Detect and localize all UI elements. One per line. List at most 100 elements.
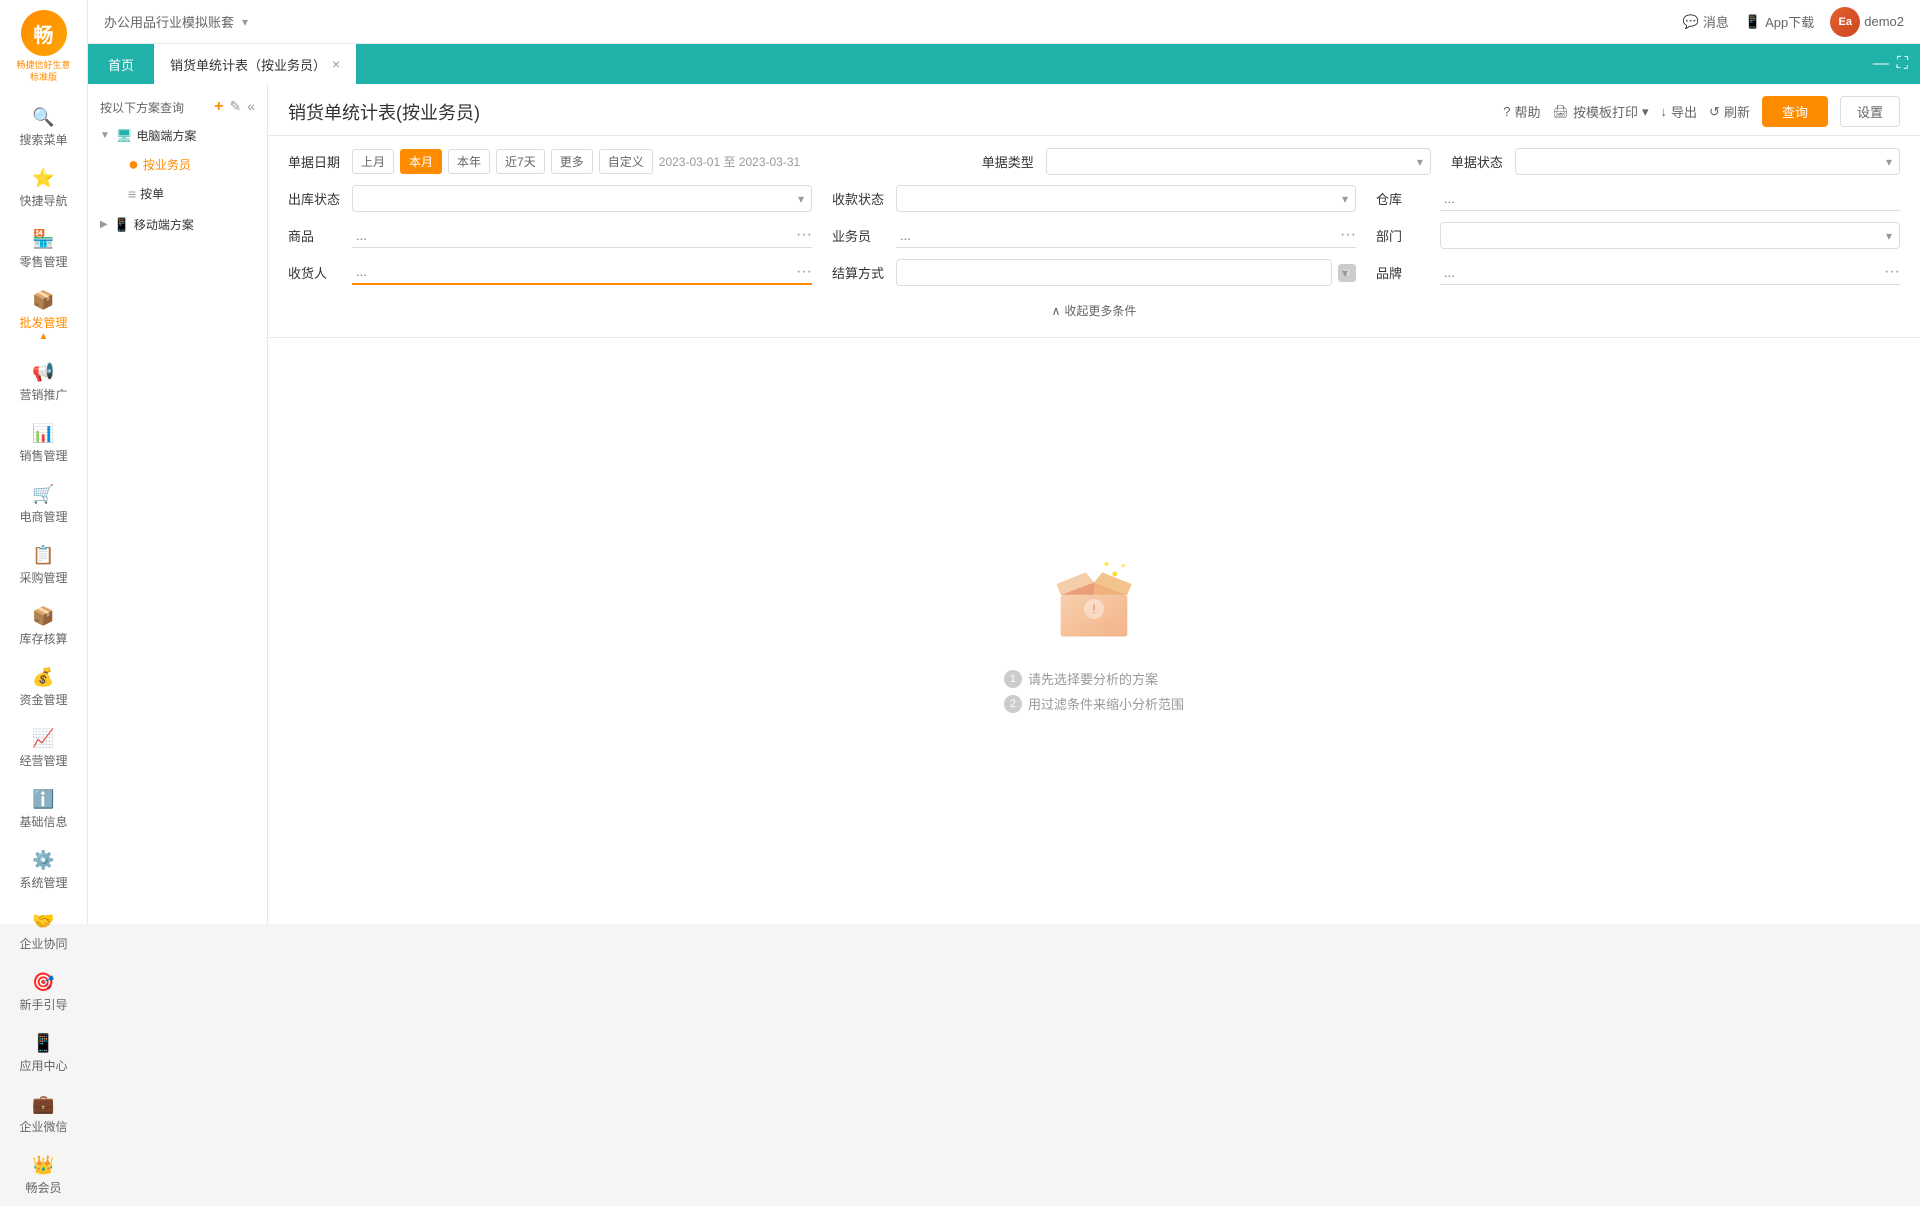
query-btn[interactable]: 查询 — [1762, 96, 1828, 127]
goods-control: ··· — [352, 224, 812, 248]
goods-dots[interactable]: ··· — [796, 226, 812, 244]
sidebar-item-system[interactable]: ⚙️ 系统管理 — [0, 840, 87, 901]
goods-input[interactable] — [352, 224, 796, 247]
tab-active[interactable]: 销货单统计表（按业务员） × — [154, 44, 356, 84]
outstatus-select[interactable] — [352, 185, 812, 212]
message-action[interactable]: 💬 消息 — [1683, 12, 1729, 31]
sidebar-item-purchase[interactable]: 📋 采购管理 — [0, 535, 87, 596]
sidebar-item-wechat[interactable]: 💼 企业微信 — [0, 1084, 87, 1145]
type-select[interactable] — [1046, 148, 1431, 175]
sidebar-item-quicknav[interactable]: ⭐ 快捷导航 — [0, 158, 87, 219]
tree-salesperson-label: 按业务员 — [143, 156, 191, 173]
topbar-left: 办公用品行业模拟账套 ▾ — [104, 12, 248, 31]
sidebar-item-ecommerce[interactable]: 🛒 电商管理 — [0, 474, 87, 535]
user-action[interactable]: Ea demo2 — [1830, 7, 1904, 37]
sidebar-item-basic[interactable]: ℹ️ 基础信息 — [0, 779, 87, 840]
status-select[interactable] — [1515, 148, 1900, 175]
topbar-right: 💬 消息 📱 App下载 Ea demo2 — [1683, 7, 1904, 37]
date-btn-this-month[interactable]: 本月 — [400, 149, 442, 174]
filter-area: 单据日期 上月 本月 本年 近7天 更多 自定义 2023-03-01 至 20… — [268, 136, 1920, 338]
refresh-icon: ↺ — [1709, 104, 1720, 120]
tree-pc-scheme[interactable]: ▼ 🖥 电脑端方案 — [88, 122, 267, 149]
export-icon: ↓ — [1661, 104, 1668, 119]
avatar[interactable]: Ea — [1830, 7, 1860, 37]
tab-active-label: 销货单统计表（按业务员） — [170, 55, 326, 74]
sidebar-item-newbie[interactable]: 🎯 新手引导 — [0, 962, 87, 1023]
dept-select[interactable] — [1440, 222, 1900, 249]
export-btn[interactable]: ↓ 导出 — [1661, 102, 1698, 121]
topbar: 办公用品行业模拟账套 ▾ 💬 消息 📱 App下载 Ea demo2 — [88, 0, 1920, 44]
sidebar-item-search[interactable]: 🔍 搜索菜单 — [0, 97, 87, 158]
sidebar-item-finance[interactable]: 💰 资金管理 — [0, 657, 87, 718]
tab-minimize-btn[interactable]: — — [1873, 55, 1889, 73]
collapse-icon: ∧ — [1052, 304, 1061, 318]
tree-order-item[interactable]: ≡ 按单 — [108, 180, 267, 207]
tab-home-label: 首页 — [108, 55, 134, 74]
page-header: 销货单统计表(按业务员) ? 帮助 🖨 按模板打印 ▾ ↓ 导出 — [268, 84, 1920, 136]
search-icon: 🔍 — [32, 107, 54, 128]
sidebar-item-purchase-label: 采购管理 — [19, 569, 67, 586]
sidebar-item-wholesale[interactable]: 📦 批发管理 ▲ — [0, 280, 87, 352]
app-download-label: App下载 — [1765, 12, 1814, 31]
add-scheme-btn[interactable]: + — [214, 98, 223, 116]
content-area: 按以下方案查询 + ✎ « ▼ 🖥 电脑端方案 ● 按业务员 ≡ — [88, 84, 1920, 924]
sidebar-item-collab[interactable]: 🤝 企业协同 — [0, 901, 87, 962]
outstatus-label: 出库状态 — [288, 189, 344, 208]
collapse-panel-btn[interactable]: « — [247, 98, 255, 116]
refresh-btn[interactable]: ↺ 刷新 — [1709, 102, 1750, 121]
page-actions: ? 帮助 🖨 按模板打印 ▾ ↓ 导出 ↺ 刷新 — [1503, 96, 1900, 127]
page-title: 销货单统计表(按业务员) — [288, 99, 480, 125]
collectstatus-select-wrap — [896, 185, 1356, 212]
sidebar-item-member[interactable]: 👑 畅会员 — [0, 1145, 87, 1206]
wholesale-icon: 📦 — [32, 290, 54, 311]
tree-expand-icon: ▼ — [100, 130, 110, 141]
message-icon: 💬 — [1683, 14, 1699, 30]
settings-btn[interactable]: 设置 — [1840, 96, 1900, 127]
filter-warehouse-item: 仓库 — [1376, 187, 1900, 211]
sidebar-item-marketing[interactable]: 📢 营销推广 — [0, 352, 87, 413]
tree-mobile-label: 移动端方案 — [134, 216, 194, 233]
edit-scheme-btn[interactable]: ✎ — [229, 98, 241, 116]
sidebar-item-inventory[interactable]: 📦 库存核算 — [0, 596, 87, 657]
system-icon: ⚙️ — [32, 850, 54, 871]
tree-mobile-scheme[interactable]: ▶ 📱 移动端方案 — [88, 211, 267, 238]
salesperson-dots[interactable]: ··· — [1340, 226, 1356, 244]
collab-icon: 🤝 — [32, 911, 54, 932]
date-btn-custom[interactable]: 自定义 — [599, 149, 653, 174]
app-logo[interactable]: 畅 畅捷信好生意 标准版 — [0, 0, 87, 93]
date-btn-last-month[interactable]: 上月 — [352, 149, 394, 174]
collapse-btn[interactable]: ∧ 收起更多条件 — [288, 296, 1900, 325]
consignee-dots[interactable]: ··· — [796, 263, 812, 281]
warehouse-input[interactable] — [1440, 187, 1900, 210]
sidebar-item-management[interactable]: 📈 经营管理 — [0, 718, 87, 779]
date-btn-this-year[interactable]: 本年 — [448, 149, 490, 174]
sidebar-item-appcenter[interactable]: 📱 应用中心 — [0, 1023, 87, 1084]
salesperson-input[interactable] — [896, 224, 1340, 247]
brand-dots[interactable]: ··· — [1884, 263, 1900, 281]
tab-home[interactable]: 首页 — [88, 44, 154, 84]
help-btn[interactable]: ? 帮助 — [1503, 102, 1540, 121]
date-btn-7days[interactable]: 近7天 — [496, 149, 545, 174]
list-icon: ≡ — [128, 186, 136, 202]
tip-item-1: 1 请先选择要分析的方案 — [1004, 669, 1184, 688]
date-btn-more[interactable]: 更多 — [551, 149, 593, 174]
sidebar-item-sales[interactable]: 📊 销售管理 — [0, 413, 87, 474]
payment-select[interactable] — [896, 259, 1332, 286]
sidebar-item-wechat-label: 企业微信 — [19, 1118, 67, 1135]
tab-maximize-btn[interactable]: ⛶ — [1897, 55, 1908, 73]
tab-close-icon[interactable]: × — [332, 56, 340, 72]
app-download-action[interactable]: 📱 App下载 — [1745, 12, 1814, 31]
brand-input[interactable] — [1440, 261, 1884, 284]
app-download-icon: 📱 — [1745, 14, 1761, 30]
template-print-btn[interactable]: 🖨 按模板打印 ▾ — [1552, 102, 1648, 121]
filter-date-item: 单据日期 上月 本月 本年 近7天 更多 自定义 2023-03-01 至 20… — [288, 149, 962, 174]
collectstatus-select[interactable] — [896, 185, 1356, 212]
topbar-dropdown-arrow[interactable]: ▾ — [242, 15, 248, 29]
filter-outstatus-item: 出库状态 — [288, 185, 812, 212]
tree-salesperson-item[interactable]: ● 按业务员 — [108, 149, 267, 180]
consignee-input[interactable] — [352, 260, 796, 283]
empty-tips: 1 请先选择要分析的方案 2 用过滤条件来缩小分析范围 — [1004, 669, 1184, 713]
payment-clear-btn[interactable]: × — [1338, 264, 1356, 282]
management-icon: 📈 — [32, 728, 54, 749]
sidebar-item-retail[interactable]: 🏪 零售管理 — [0, 219, 87, 280]
